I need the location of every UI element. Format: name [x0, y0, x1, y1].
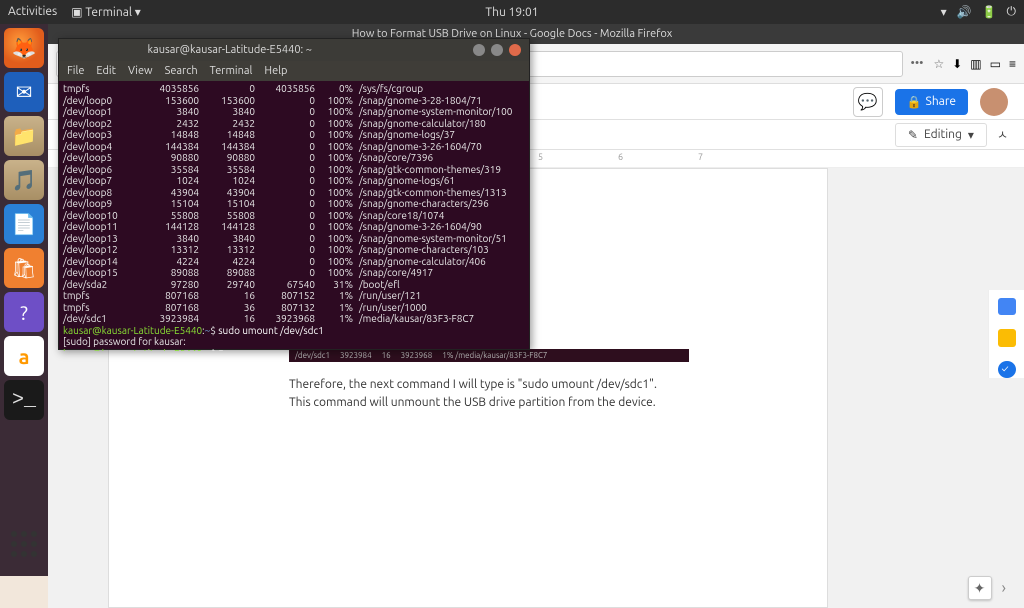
menu-file[interactable]: File — [67, 65, 84, 77]
terminal-window[interactable]: kausar@kausar-Latitude-E5440: ~ File Edi… — [58, 38, 530, 350]
mode-dropdown[interactable]: ✎ Editing ▾ — [895, 123, 987, 147]
menu-edit[interactable]: Edit — [96, 65, 116, 77]
close-button[interactable] — [509, 44, 521, 56]
scroll-right-icon[interactable]: › — [1002, 579, 1007, 597]
maximize-button[interactable] — [491, 44, 503, 56]
terminal-titlebar[interactable]: kausar@kausar-Latitude-E5440: ~ — [59, 39, 529, 61]
sound-icon[interactable]: 🔊 — [957, 5, 972, 19]
downloads-icon[interactable]: ⬇ — [952, 57, 962, 71]
side-panel — [988, 290, 1024, 378]
network-icon[interactable]: ▾ — [941, 5, 947, 19]
launcher-writer[interactable]: 📄 — [4, 204, 44, 244]
expand-toolbar-icon[interactable]: ㅅ — [997, 126, 1008, 143]
launcher-firefox[interactable]: 🦊 — [4, 28, 44, 68]
minimize-button[interactable] — [473, 44, 485, 56]
battery-icon[interactable]: 🔋 — [982, 5, 997, 19]
app-menu[interactable]: ▣ Terminal ▾ — [71, 5, 141, 19]
tasks-icon[interactable] — [998, 361, 1016, 378]
gnome-topbar: Activities ▣ Terminal ▾ Thu 19:01 ▾ 🔊 🔋 … — [0, 0, 1024, 24]
terminal-output[interactable]: tmpfs4035856040358560%/sys/fs/cgroup/dev… — [59, 81, 529, 351]
menu-icon[interactable]: ≡ — [1009, 57, 1016, 71]
activities-button[interactable]: Activities — [8, 5, 57, 19]
ubuntu-launcher: 🦊 ✉ 📁 🎵 📄 🛍 ? a >_ — [0, 24, 48, 576]
launcher-amazon[interactable]: a — [4, 336, 44, 376]
launcher-help[interactable]: ? — [4, 292, 44, 332]
clock[interactable]: Thu 19:01 — [485, 6, 538, 19]
doc-paragraph: Therefore, the next command I will type … — [289, 376, 669, 412]
terminal-menubar: File Edit View Search Terminal Help — [59, 61, 529, 81]
comments-button[interactable]: 💬 — [853, 87, 883, 117]
power-icon[interactable]: ⏻ — [1007, 5, 1017, 19]
reader-icon[interactable]: ••• — [911, 57, 924, 71]
launcher-terminal[interactable]: >_ — [4, 380, 44, 420]
library-icon[interactable]: ▥ — [970, 57, 981, 71]
launcher-files[interactable]: 📁 — [4, 116, 44, 156]
sidebar-icon[interactable]: ▭ — [990, 57, 1001, 71]
bookmark-icon[interactable]: ☆ — [933, 57, 944, 71]
menu-terminal[interactable]: Terminal — [210, 65, 253, 77]
share-button[interactable]: 🔒 Share — [895, 89, 968, 115]
explore-button[interactable]: ✦ — [968, 576, 992, 600]
user-avatar[interactable] — [980, 88, 1008, 116]
keep-icon[interactable] — [998, 329, 1016, 346]
menu-help[interactable]: Help — [264, 65, 287, 77]
menu-search[interactable]: Search — [165, 65, 198, 77]
launcher-rhythmbox[interactable]: 🎵 — [4, 160, 44, 200]
show-applications[interactable] — [4, 524, 44, 564]
launcher-software[interactable]: 🛍 — [4, 248, 44, 288]
menu-view[interactable]: View — [128, 65, 153, 77]
launcher-thunderbird[interactable]: ✉ — [4, 72, 44, 112]
terminal-title: kausar@kausar-Latitude-E5440: ~ — [148, 44, 312, 56]
calendar-icon[interactable] — [998, 298, 1016, 315]
